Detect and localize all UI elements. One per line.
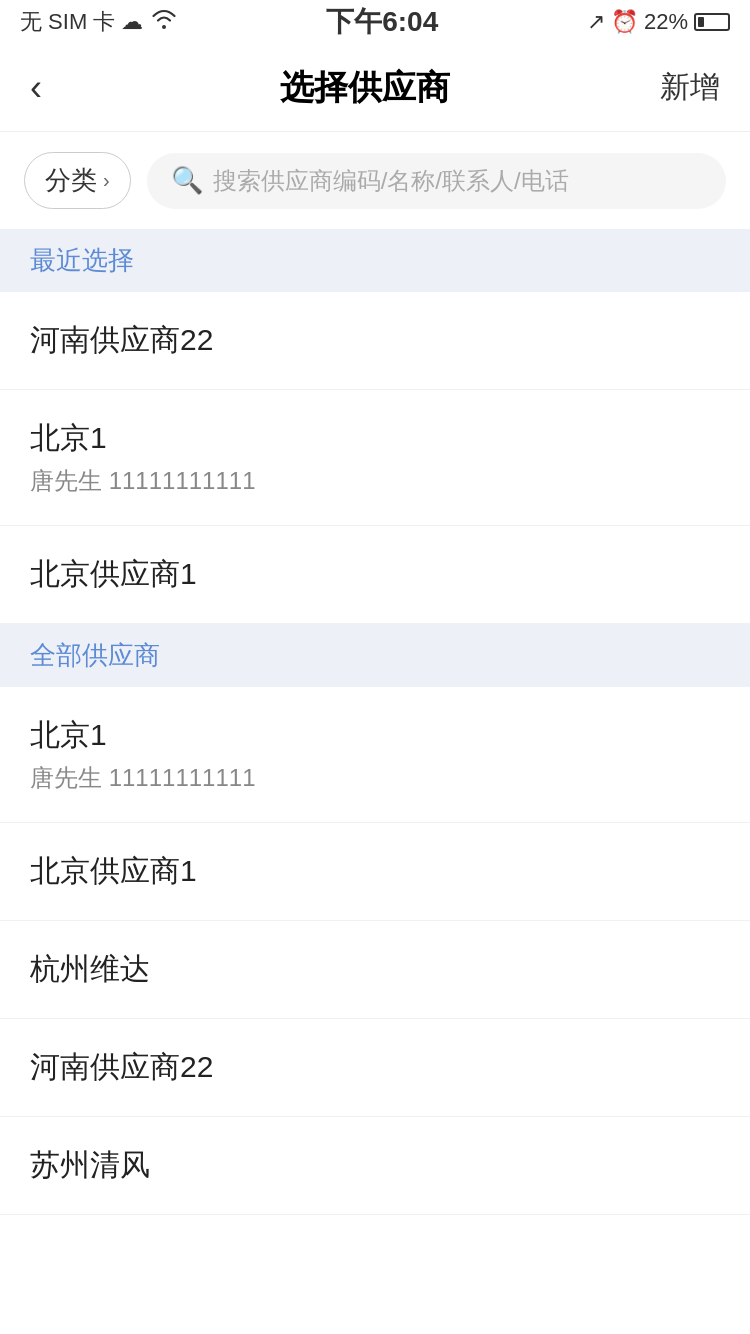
item-sub: 唐先生 11111111111: [30, 762, 720, 794]
list-item[interactable]: 河南供应商22: [0, 1019, 750, 1117]
location-icon: ↗: [587, 9, 605, 35]
item-name: 河南供应商22: [30, 1047, 720, 1088]
recent-section-header: 最近选择: [0, 229, 750, 292]
category-label: 分类: [45, 163, 97, 198]
list-item[interactable]: 北京1 唐先生 11111111111: [0, 687, 750, 823]
all-section-header: 全部供应商: [0, 624, 750, 687]
item-name: 河南供应商22: [30, 320, 720, 361]
list-item[interactable]: 苏州清风: [0, 1117, 750, 1215]
back-icon: ‹: [30, 67, 42, 108]
item-name: 北京供应商1: [30, 851, 720, 892]
item-name: 杭州维达: [30, 949, 720, 990]
sim-label: 无 SIM 卡 ☁: [20, 7, 143, 37]
wifi-icon: [151, 9, 177, 35]
battery-percent: 22%: [644, 9, 688, 35]
recent-items-list: 河南供应商22 北京1 唐先生 11111111111 北京供应商1: [0, 292, 750, 624]
page-title: 选择供应商: [90, 65, 640, 111]
item-sub: 唐先生 11111111111: [30, 465, 720, 497]
alarm-icon: ⏰: [611, 9, 638, 35]
list-item[interactable]: 北京1 唐先生 11111111111: [0, 390, 750, 526]
item-name: 北京供应商1: [30, 554, 720, 595]
status-time: 下午6:04: [326, 3, 438, 41]
item-name: 北京1: [30, 715, 720, 756]
search-placeholder: 搜索供应商编码/名称/联系人/电话: [213, 165, 569, 197]
item-name: 北京1: [30, 418, 720, 459]
item-name: 苏州清风: [30, 1145, 720, 1186]
list-item[interactable]: 北京供应商1: [0, 526, 750, 624]
search-bar: 分类 › 🔍 搜索供应商编码/名称/联系人/电话: [0, 132, 750, 229]
back-button[interactable]: ‹: [30, 67, 90, 109]
list-item[interactable]: 河南供应商22: [0, 292, 750, 390]
search-input-wrapper[interactable]: 🔍 搜索供应商编码/名称/联系人/电话: [147, 153, 726, 209]
all-items-list: 北京1 唐先生 11111111111 北京供应商1 杭州维达 河南供应商22 …: [0, 687, 750, 1215]
list-item[interactable]: 杭州维达: [0, 921, 750, 1019]
all-section-label: 全部供应商: [30, 640, 160, 670]
list-item[interactable]: 北京供应商1: [0, 823, 750, 921]
add-button[interactable]: 新增: [640, 67, 720, 108]
status-left: 无 SIM 卡 ☁: [20, 7, 177, 37]
category-button[interactable]: 分类 ›: [24, 152, 131, 209]
battery-icon: [694, 13, 730, 31]
chevron-right-icon: ›: [103, 169, 110, 192]
status-bar: 无 SIM 卡 ☁ 下午6:04 ↗ ⏰ 22%: [0, 0, 750, 44]
search-icon: 🔍: [171, 165, 203, 196]
nav-bar: ‹ 选择供应商 新增: [0, 44, 750, 132]
status-right: ↗ ⏰ 22%: [587, 9, 730, 35]
recent-section-label: 最近选择: [30, 245, 134, 275]
